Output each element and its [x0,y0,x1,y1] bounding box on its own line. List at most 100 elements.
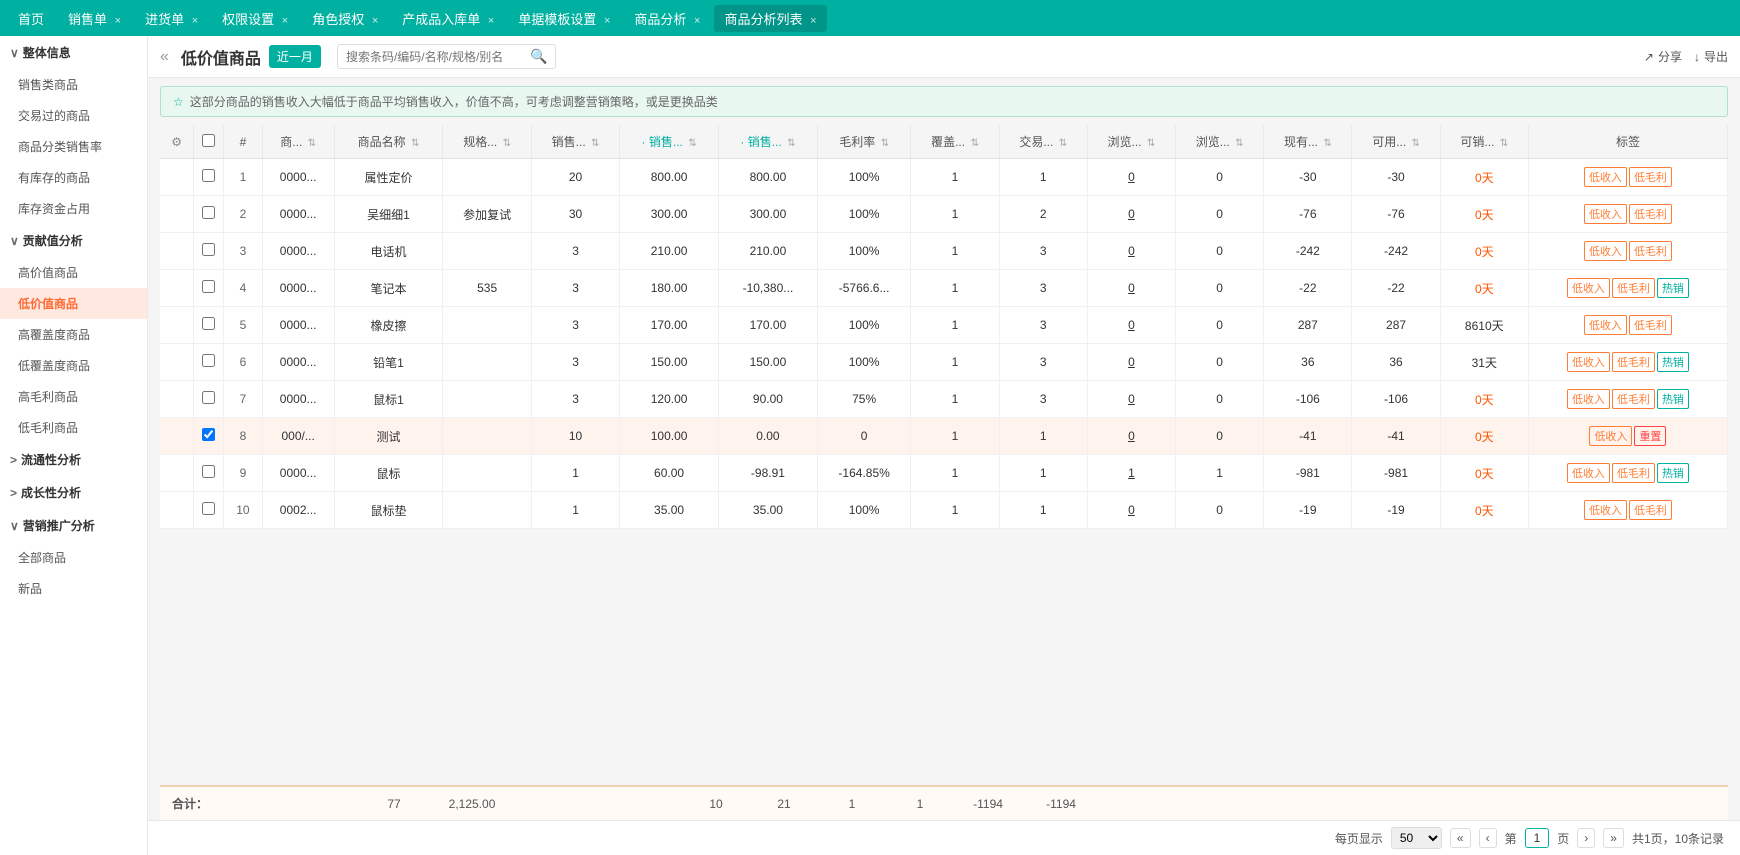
row-checkbox-1[interactable] [202,206,215,219]
sidebar-item-stock-fund[interactable]: 库存资金占用 [0,193,147,224]
sidebar-group-circulation[interactable]: >流通性分析 [0,443,147,476]
td-browse1[interactable]: 0 [1087,307,1175,344]
td-name[interactable]: 测试 [334,418,443,455]
td-browse1[interactable]: 1 [1087,455,1175,492]
sidebar-item-low-gross[interactable]: 低毛利商品 [0,412,147,443]
nav-purchase-close[interactable]: × [192,15,198,27]
browse1-link[interactable]: 0 [1128,244,1135,258]
export-button[interactable]: ↓ 导出 [1694,48,1728,65]
th-settings[interactable]: ⚙ [160,125,194,159]
th-trade[interactable]: 交易... ⇅ [999,125,1087,159]
nav-roles-close[interactable]: × [372,15,378,27]
period-button[interactable]: 近一月 [269,45,321,68]
select-all-checkbox[interactable] [202,134,215,147]
row-checkbox-8[interactable] [202,465,215,478]
next-page-button[interactable]: › [1577,828,1595,848]
th-name[interactable]: 商品名称 ⇅ [334,125,443,159]
nav-purchase[interactable]: 进货单 × [135,5,208,32]
nav-analysis-list-close[interactable]: × [810,15,816,27]
nav-templates[interactable]: 单据模板设置 × [508,5,620,32]
browse1-link[interactable]: 0 [1128,170,1135,184]
nav-roles[interactable]: 角色授权 × [302,5,388,32]
per-page-select[interactable]: 50 100 200 [1391,827,1442,849]
settings-icon[interactable]: ⚙ [171,135,182,149]
td-name[interactable]: 铅笔1 [334,344,443,381]
sidebar-item-with-stock[interactable]: 有库存的商品 [0,162,147,193]
td-name[interactable]: 橡皮擦 [334,307,443,344]
td-browse1[interactable]: 0 [1087,418,1175,455]
sidebar-item-all-products[interactable]: 全部商品 [0,542,147,573]
sidebar-item-high-value[interactable]: 高价值商品 [0,257,147,288]
td-name[interactable]: 鼠标1 [334,381,443,418]
th-code[interactable]: 商... ⇅ [262,125,334,159]
row-checkbox-9[interactable] [202,502,215,515]
th-cover[interactable]: 覆盖... ⇅ [911,125,999,159]
td-browse1[interactable]: 0 [1087,344,1175,381]
browse1-link[interactable]: 0 [1128,392,1135,406]
nav-analysis-list[interactable]: 商品分析列表 × [714,5,826,32]
td-name[interactable]: 属性定价 [334,159,443,196]
sidebar-group-overall[interactable]: ∨整体信息 [0,36,147,69]
row-checkbox-3[interactable] [202,280,215,293]
browse1-link[interactable]: 1 [1128,466,1135,480]
td-browse1[interactable]: 0 [1087,381,1175,418]
th-stock2[interactable]: 可用... ⇅ [1352,125,1440,159]
nav-products[interactable]: 产成品入库单 × [392,5,504,32]
search-input[interactable] [346,50,526,64]
td-name[interactable]: 笔记本 [334,270,443,307]
td-name[interactable]: 鼠标垫 [334,492,443,529]
sidebar-item-low-value[interactable]: 低价值商品 [0,288,147,319]
th-s1[interactable]: 销售... ⇅ [531,125,619,159]
collapse-sidebar-button[interactable]: « [160,48,169,66]
sidebar-item-low-coverage[interactable]: 低覆盖度商品 [0,350,147,381]
nav-home[interactable]: 首页 [8,5,54,32]
sidebar-group-growth[interactable]: >成长性分析 [0,476,147,509]
sidebar-item-traded[interactable]: 交易过的商品 [0,100,147,131]
th-s3[interactable]: · 销售... ⇅ [719,125,818,159]
th-days[interactable]: 可销... ⇅ [1440,125,1528,159]
nav-sales[interactable]: 销售单 × [58,5,131,32]
sidebar-item-high-gross[interactable]: 高毛利商品 [0,381,147,412]
row-checkbox-4[interactable] [202,317,215,330]
sidebar-group-contribution[interactable]: ∨贡献值分析 [0,224,147,257]
sidebar-item-sales-products[interactable]: 销售类商品 [0,69,147,100]
th-browse1[interactable]: 浏览... ⇅ [1087,125,1175,159]
th-spec[interactable]: 规格... ⇅ [443,125,532,159]
td-name[interactable]: 吴细细1 [334,196,443,233]
th-stock1[interactable]: 现有... ⇅ [1264,125,1352,159]
sidebar-item-high-coverage[interactable]: 高覆盖度商品 [0,319,147,350]
th-gross[interactable]: 毛利率 ⇅ [817,125,911,159]
browse1-link[interactable]: 0 [1128,281,1135,295]
browse1-link[interactable]: 0 [1128,503,1135,517]
sidebar-item-category-rate[interactable]: 商品分类销售率 [0,131,147,162]
last-page-button[interactable]: » [1603,828,1624,848]
sidebar-group-marketing[interactable]: ∨营销推广分析 [0,509,147,542]
td-name[interactable]: 电话机 [334,233,443,270]
first-page-button[interactable]: « [1450,828,1471,848]
row-checkbox-7[interactable] [202,428,215,441]
row-checkbox-6[interactable] [202,391,215,404]
browse1-link[interactable]: 0 [1128,355,1135,369]
browse1-link[interactable]: 0 [1128,318,1135,332]
row-checkbox-2[interactable] [202,243,215,256]
sidebar-item-new-products[interactable]: 新品 [0,573,147,604]
row-checkbox-0[interactable] [202,169,215,182]
td-browse1[interactable]: 0 [1087,270,1175,307]
nav-products-close[interactable]: × [488,15,494,27]
nav-permissions[interactable]: 权限设置 × [212,5,298,32]
th-s2[interactable]: · 销售... ⇅ [620,125,719,159]
share-button[interactable]: ↗ 分享 [1644,48,1682,65]
nav-templates-close[interactable]: × [604,15,610,27]
nav-permissions-close[interactable]: × [282,15,288,27]
prev-page-button[interactable]: ‹ [1479,828,1497,848]
row-checkbox-5[interactable] [202,354,215,367]
nav-sales-close[interactable]: × [115,15,121,27]
nav-analysis[interactable]: 商品分析 × [624,5,710,32]
browse1-link[interactable]: 0 [1128,429,1135,443]
data-table-wrapper[interactable]: ⚙ # 商... ⇅ 商品名称 ⇅ 规格... ⇅ 销售... ⇅ · 销售..… [160,125,1728,785]
td-browse1[interactable]: 0 [1087,492,1175,529]
td-name[interactable]: 鼠标 [334,455,443,492]
th-browse2[interactable]: 浏览... ⇅ [1176,125,1264,159]
browse1-link[interactable]: 0 [1128,207,1135,221]
td-browse1[interactable]: 0 [1087,233,1175,270]
